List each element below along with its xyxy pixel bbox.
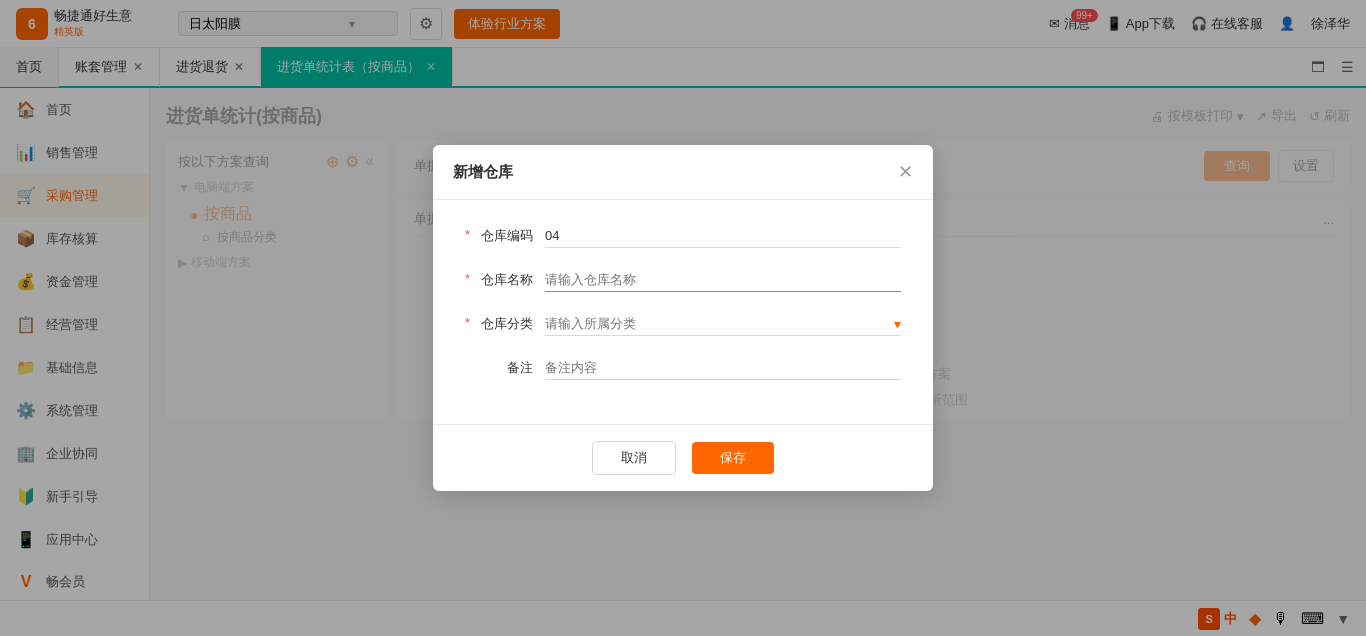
add-warehouse-modal: 新增仓库 ✕ 仓库编码 仓库名称 仓库分类 ▾	[433, 145, 933, 491]
category-input[interactable]	[545, 312, 894, 335]
modal-header: 新增仓库 ✕	[433, 145, 933, 200]
warehouse-name-input[interactable]	[545, 268, 901, 292]
modal-footer: 取消 保存	[433, 424, 933, 491]
warehouse-category-row: 仓库分类 ▾	[465, 312, 901, 336]
cancel-button[interactable]: 取消	[592, 441, 676, 475]
warehouse-code-row: 仓库编码	[465, 224, 901, 248]
modal-close-button[interactable]: ✕	[898, 161, 913, 183]
warehouse-category-label: 仓库分类	[465, 315, 545, 333]
warehouse-category-select[interactable]: ▾	[545, 312, 901, 336]
warehouse-code-input[interactable]	[545, 224, 901, 248]
warehouse-remark-row: 备注	[465, 356, 901, 380]
modal-backdrop: 新增仓库 ✕ 仓库编码 仓库名称 仓库分类 ▾	[0, 0, 1366, 636]
modal-title: 新增仓库	[453, 163, 513, 182]
warehouse-remark-label: 备注	[465, 359, 545, 377]
modal-body: 仓库编码 仓库名称 仓库分类 ▾ 备注	[433, 200, 933, 424]
warehouse-name-label: 仓库名称	[465, 271, 545, 289]
warehouse-name-row: 仓库名称	[465, 268, 901, 292]
category-dropdown-icon[interactable]: ▾	[894, 316, 901, 332]
save-button[interactable]: 保存	[692, 442, 774, 474]
warehouse-remark-input[interactable]	[545, 356, 901, 380]
warehouse-code-label: 仓库编码	[465, 227, 545, 245]
